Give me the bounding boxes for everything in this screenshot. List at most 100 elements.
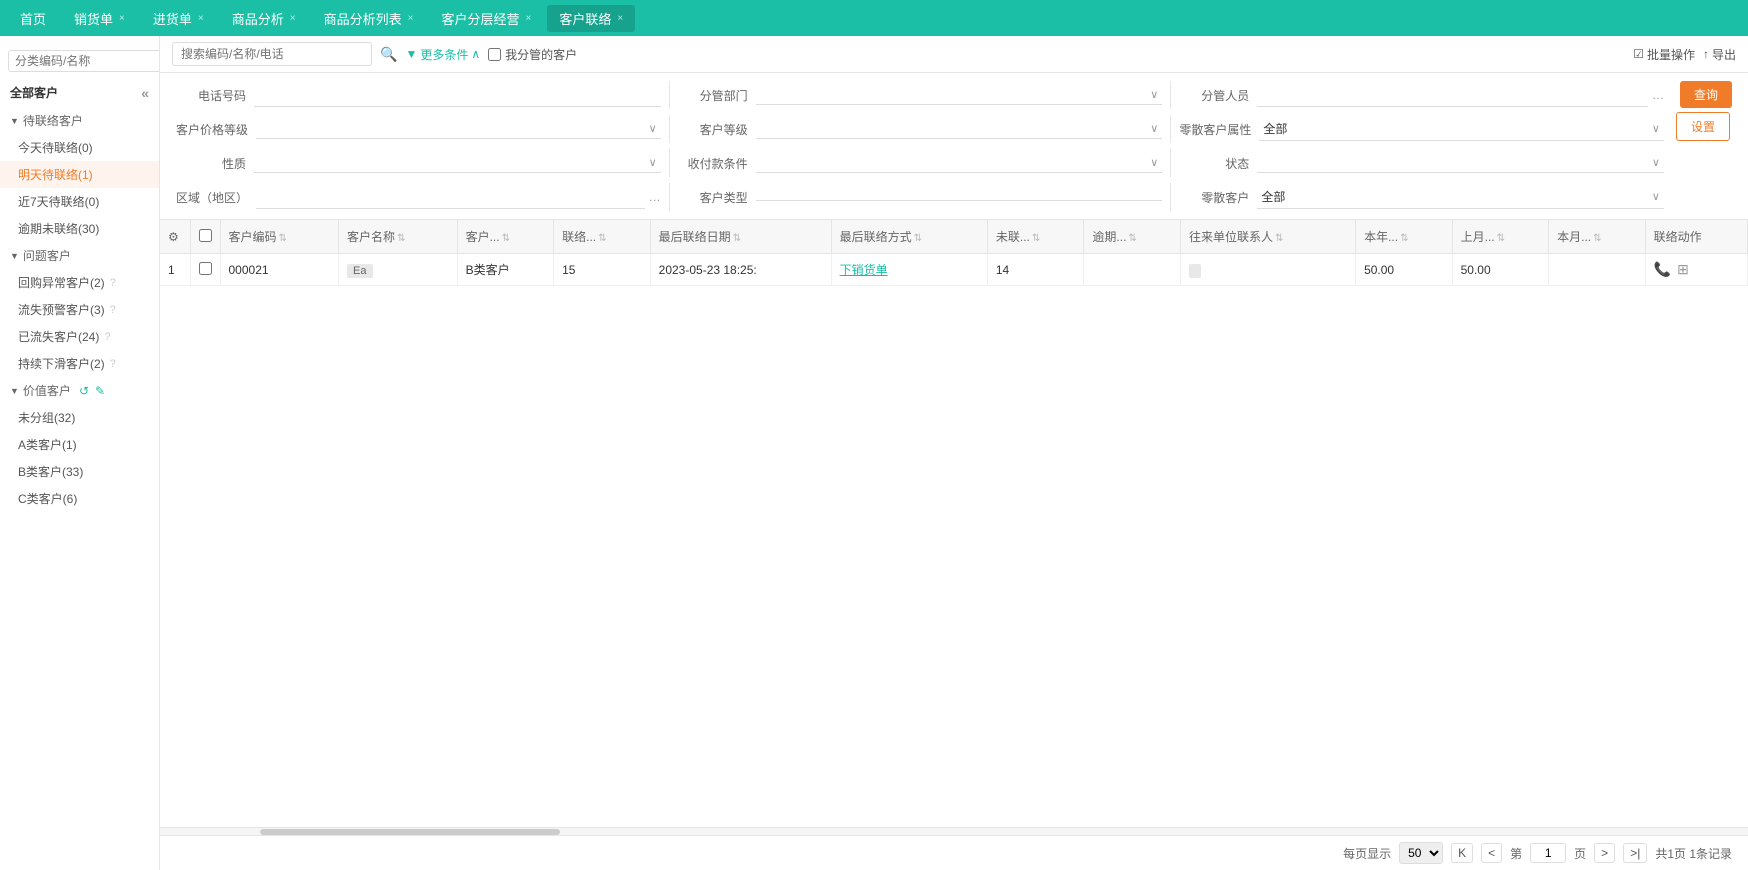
prev-page-button[interactable]: < [1481,843,1502,863]
nav-close-list[interactable]: × [408,13,414,24]
sidebar-c-class[interactable]: C类客户(6) [0,485,159,512]
sidebar-tomorrow-pending[interactable]: 明天待联络(1) [0,161,159,188]
manager-more-icon[interactable]: … [1652,88,1664,102]
row-last-month: 50.00 [1452,254,1549,286]
next-page-button[interactable]: > [1594,843,1615,863]
manager-input[interactable] [1257,83,1648,107]
col-contact-person[interactable]: 往来单位联系人⇅ [1180,220,1355,254]
dept-select[interactable]: ∨ [756,85,1163,105]
sidebar-declining[interactable]: 持续下滑客户(2) ? [0,350,159,377]
row-contact-count: 15 [554,254,651,286]
row-action-more[interactable]: ⊞ [1677,261,1689,278]
set-button[interactable]: 设置 [1676,112,1730,141]
select-all-checkbox[interactable] [199,229,212,242]
more-filter-button[interactable]: ▼ 更多条件 ∧ [405,46,480,63]
row-checkbox-cell[interactable] [190,254,220,286]
col-last-contact-method[interactable]: 最后联络方式⇅ [831,220,987,254]
retail-attr-select[interactable]: 全部 ∨ [1259,117,1664,141]
filter-payment: 收付款条件 ∨ [678,153,1163,173]
payment-select[interactable]: ∨ [756,153,1163,173]
col-contact-count[interactable]: 联络...⇅ [554,220,651,254]
nav-product-list[interactable]: 商品分析列表 × [312,5,426,32]
customer-level-select[interactable]: ∨ [756,119,1163,139]
first-page-button[interactable]: K [1451,843,1473,863]
page-number-input[interactable] [1530,843,1566,863]
per-page-label: 每页显示 [1343,845,1391,862]
nav-product-analysis[interactable]: 商品分析 × [220,5,308,32]
phone-input[interactable] [254,83,661,107]
col-last-contact-date[interactable]: 最后联络日期⇅ [650,220,831,254]
sidebar-all-customers[interactable]: 全部客户 « [0,78,159,107]
row-action-phone[interactable]: 📞 [1654,261,1671,278]
nature-select[interactable]: ∨ [254,153,661,173]
filter-icon: ▼ [405,47,417,61]
col-customer-code[interactable]: 客户编码⇅ [220,220,339,254]
retail-customer-select[interactable]: 全部 ∨ [1257,185,1664,209]
sidebar-ungrouped[interactable]: 未分组(32) [0,404,159,431]
row-last-method[interactable]: 下销货单 [831,254,987,286]
status-select[interactable]: ∨ [1257,153,1664,173]
retail-customer-chevron: ∨ [1652,190,1660,203]
nav-customer-contact[interactable]: 客户联络 × [547,5,635,32]
payment-label: 收付款条件 [678,155,748,172]
col-customer-type[interactable]: 客户...⇅ [457,220,554,254]
nav-close-mgmt[interactable]: × [525,13,531,24]
filter-status: 状态 ∨ [1179,153,1664,173]
sidebar-collapse-icon[interactable]: « [141,85,149,101]
nav-sales[interactable]: 销货单 × [62,5,137,32]
export-button[interactable]: ↑ 导出 [1703,46,1736,63]
nav-home[interactable]: 首页 [8,5,58,32]
row-unlinkaged: 14 [987,254,1084,286]
col-this-year[interactable]: 本年...⇅ [1356,220,1453,254]
customer-type-label: 客户类型 [678,189,748,206]
total-records: 共1页 1条记录 [1655,845,1732,862]
sidebar-search-input[interactable] [8,50,160,72]
nav-close-analysis[interactable]: × [290,13,296,24]
query-button[interactable]: 查询 [1680,81,1732,108]
filter-panel: 电话号码 分管部门 ∨ 分管人员 [160,73,1748,220]
row-type: B类客户 [457,254,554,286]
sidebar-lost[interactable]: 已流失客户(24) ? [0,323,159,350]
price-level-select[interactable]: ∨ [256,119,661,139]
my-customers-checkbox-label[interactable]: 我分管的客户 [488,46,577,63]
last-page-button[interactable]: >| [1623,843,1647,863]
col-unlinkaged[interactable]: 未联...⇅ [987,220,1084,254]
nav-purchase[interactable]: 进货单 × [141,5,216,32]
sidebar-section-problem: 问题客户 [0,242,159,269]
row-checkbox[interactable] [199,262,212,275]
sidebar-loss-warning[interactable]: 流失预警客户(3) ? [0,296,159,323]
last-method-link[interactable]: 下销货单 [840,263,888,277]
sidebar-today-pending[interactable]: 今天待联络(0) [0,134,159,161]
row-last-date: 2023-05-23 18:25: [650,254,831,286]
sidebar-b-class[interactable]: B类客户(33) [0,458,159,485]
sidebar-a-class[interactable]: A类客户(1) [0,431,159,458]
sidebar-repurchase-abnormal[interactable]: 回购异常客户(2) ? [0,269,159,296]
nav-close-sales[interactable]: × [119,13,125,24]
sort-person-icon: ⇅ [1275,233,1283,244]
search-input[interactable] [172,42,372,66]
customer-type-select[interactable] [756,194,1163,201]
sidebar-overdue-pending[interactable]: 逾期未联络(30) [0,215,159,242]
batch-operation-button[interactable]: ☑ 批量操作 [1633,46,1695,63]
my-customers-checkbox[interactable] [488,48,501,61]
area-more-icon[interactable]: … [649,190,661,204]
sort-name-icon: ⇅ [397,233,405,244]
nav-close-contact[interactable]: × [617,13,623,24]
col-customer-name[interactable]: 客户名称⇅ [339,220,458,254]
col-this-month[interactable]: 本月...⇅ [1549,220,1646,254]
sidebar-7days-pending[interactable]: 近7天待联络(0) [0,188,159,215]
value-edit-icon[interactable]: ✎ [95,384,105,398]
row-actions: 📞 ⊞ [1645,254,1747,286]
nav-customer-mgmt[interactable]: 客户分层经营 × [429,5,543,32]
col-settings[interactable]: ⚙ [160,220,190,254]
per-page-select[interactable]: 50 [1399,842,1443,864]
filter-customer-type: 客户类型 [678,189,1163,206]
area-input[interactable] [256,185,645,209]
filter-manager: 分管人员 … [1179,83,1664,107]
col-overdue[interactable]: 逾期...⇅ [1084,220,1181,254]
col-checkbox[interactable] [190,220,220,254]
nav-close-purchase[interactable]: × [198,13,204,24]
col-last-month[interactable]: 上月...⇅ [1452,220,1549,254]
search-button[interactable]: 🔍 [380,46,397,63]
value-refresh-icon[interactable]: ↺ [79,384,89,398]
